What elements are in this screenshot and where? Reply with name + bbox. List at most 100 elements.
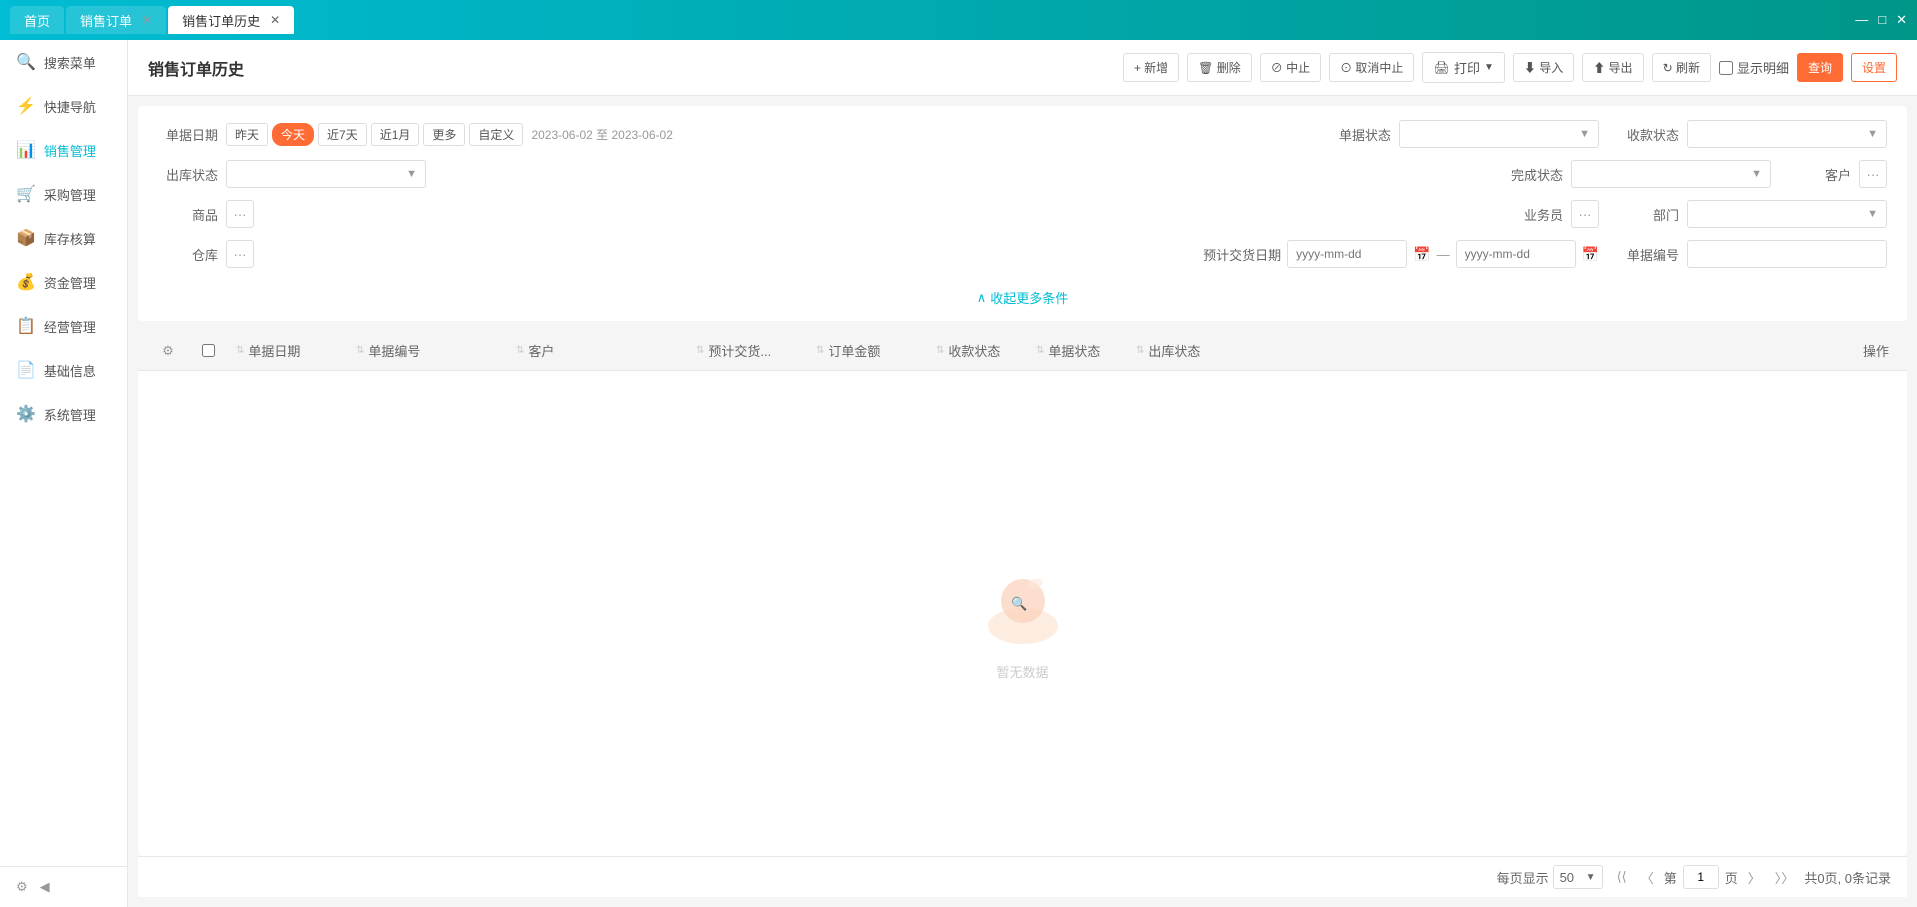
sidebar: 🔍 搜索菜单 ⚡ 快捷导航 📊 销售管理 🛒 采购管理 📦 库存核算 💰 资金管… <box>0 40 128 907</box>
department-label: 部门 <box>1619 205 1679 224</box>
th-bill-number[interactable]: ⇅ 单据编号 <box>348 341 508 360</box>
refresh-button[interactable]: ↻ 刷新 <box>1652 53 1711 82</box>
select-all-checkbox[interactable] <box>202 344 215 357</box>
sidebar-item-finance-mgmt-label: 资金管理 <box>44 273 96 292</box>
sidebar-settings-icon[interactable]: ⚙ <box>16 879 28 895</box>
more-btn[interactable]: 更多 <box>423 123 465 146</box>
export-button[interactable]: ⬆ 导出 <box>1582 53 1643 82</box>
delivery-date-from[interactable] <box>1287 240 1407 268</box>
outbound-status-arrow-icon: ▼ <box>406 168 417 180</box>
tab-sales-order-history-close[interactable]: ✕ <box>270 13 280 27</box>
tab-sales-order-history[interactable]: 销售订单历史 ✕ <box>168 6 294 34</box>
collapse-label: 收起更多条件 <box>990 288 1068 307</box>
complete-status-label: 完成状态 <box>1503 165 1563 184</box>
sidebar-item-search-menu[interactable]: 🔍 搜索菜单 <box>0 40 127 84</box>
sidebar-item-ops-mgmt[interactable]: 📋 经营管理 <box>0 304 127 348</box>
receipt-status-select[interactable]: ▼ <box>1687 120 1887 148</box>
salesperson-picker-btn[interactable]: ··· <box>1571 200 1599 228</box>
th-expected-delivery-label: 预计交货... <box>708 341 771 360</box>
query-button[interactable]: 查询 <box>1797 53 1843 82</box>
th-outbound-status[interactable]: ⇅ 出库状态 <box>1128 341 1228 360</box>
finance-mgmt-icon: 💰 <box>16 272 36 292</box>
import-button[interactable]: ⬇ 导入 <box>1513 53 1574 82</box>
delivery-date-to[interactable] <box>1456 240 1576 268</box>
product-picker-btn[interactable]: ··· <box>226 200 254 228</box>
bill-status-select[interactable]: ▼ <box>1399 120 1599 148</box>
per-page-arrow-icon: ▼ <box>1586 872 1596 883</box>
bill-status-label: 单据状态 <box>1331 125 1391 144</box>
th-receipt-status-label: 收款状态 <box>948 341 1000 360</box>
page-header: 销售订单历史 + 新增 🗑 删除 ⊘ 中止 ⊙ 取消中止 🖨 打印 ▼ ⬇ 导入… <box>128 40 1917 96</box>
basic-info-icon: 📄 <box>16 360 36 380</box>
outbound-status-select[interactable]: ▼ <box>226 160 426 188</box>
warehouse-label: 仓库 <box>158 245 218 264</box>
tab-sales-order-label: 销售订单 <box>80 11 132 30</box>
date-filter: 单据日期 昨天 今天 近7天 近1月 更多 自定义 2023-06-02 至 2… <box>158 123 673 146</box>
table-select-all[interactable] <box>188 344 228 357</box>
product-filter: 商品 ··· <box>158 200 254 228</box>
sidebar-item-basic-info[interactable]: 📄 基础信息 <box>0 348 127 392</box>
calendar-to-icon[interactable]: 📅 <box>1582 246 1599 263</box>
settings-button[interactable]: 设置 <box>1851 53 1897 82</box>
per-page-label: 每页显示 <box>1497 868 1549 887</box>
display-toggle: 显示明细 <box>1719 58 1789 77</box>
last-page-button[interactable]: 〉〉 <box>1771 866 1799 889</box>
prev-page-button[interactable]: 〈 <box>1637 866 1658 889</box>
stop-button[interactable]: ⊘ 中止 <box>1260 53 1321 82</box>
empty-illustration: 🔍 <box>973 546 1073 646</box>
th-bill-status-label: 单据状态 <box>1048 341 1100 360</box>
th-expected-delivery[interactable]: ⇅ 预计交货... <box>688 341 808 360</box>
maximize-icon[interactable]: □ <box>1878 12 1886 28</box>
department-filter: 部门 ▼ <box>1619 200 1887 228</box>
display-toggle-label: 显示明细 <box>1737 58 1789 77</box>
custom-btn[interactable]: 自定义 <box>469 123 523 146</box>
table-container: ⚙ ⇅ 单据日期 ⇅ 单据编号 ⇅ 客户 ⇅ 预计交货. <box>138 331 1907 856</box>
th-bill-date[interactable]: ⇅ 单据日期 <box>228 341 348 360</box>
sidebar-item-quick-nav[interactable]: ⚡ 快捷导航 <box>0 84 127 128</box>
sidebar-item-sales-mgmt[interactable]: 📊 销售管理 <box>0 128 127 172</box>
th-receipt-status[interactable]: ⇅ 收款状态 <box>928 341 1028 360</box>
new-button[interactable]: + 新增 <box>1123 53 1179 82</box>
sidebar-item-finance-mgmt[interactable]: 💰 资金管理 <box>0 260 127 304</box>
first-page-button[interactable]: ⟨⟨ <box>1613 867 1631 887</box>
sidebar-item-purchase-mgmt[interactable]: 🛒 采购管理 <box>0 172 127 216</box>
next-page-button[interactable]: 〉 <box>1744 866 1765 889</box>
bill-number-input[interactable] <box>1687 240 1887 268</box>
minimize-icon[interactable]: — <box>1855 12 1868 28</box>
th-order-amount[interactable]: ⇅ 订单金额 <box>808 341 928 360</box>
last1month-btn[interactable]: 近1月 <box>371 123 420 146</box>
sidebar-collapse-icon[interactable]: ◀ <box>40 879 50 895</box>
per-page-dropdown[interactable]: 50 ▼ <box>1553 865 1603 889</box>
tab-sales-order-close[interactable]: ✕ <box>142 13 152 27</box>
warehouse-picker-btn[interactable]: ··· <box>226 240 254 268</box>
sidebar-item-inventory-calc-label: 库存核算 <box>44 229 96 248</box>
customer-picker-btn[interactable]: ··· <box>1859 160 1887 188</box>
cancel-stop-button[interactable]: ⊙ 取消中止 <box>1329 53 1414 82</box>
close-window-icon[interactable]: ✕ <box>1896 12 1907 28</box>
today-btn[interactable]: 今天 <box>272 123 314 146</box>
collapse-button[interactable]: ∧ 收起更多条件 <box>158 280 1887 307</box>
table-settings-icon[interactable]: ⚙ <box>148 343 188 359</box>
th-bill-status[interactable]: ⇅ 单据状态 <box>1028 341 1128 360</box>
last7days-btn[interactable]: 近7天 <box>318 123 367 146</box>
delete-button[interactable]: 🗑 删除 <box>1187 53 1252 82</box>
sidebar-item-inventory-calc[interactable]: 📦 库存核算 <box>0 216 127 260</box>
yesterday-btn[interactable]: 昨天 <box>226 123 268 146</box>
delivery-date-range: 📅 — 📅 <box>1287 240 1599 268</box>
th-expected-delivery-sort-icon: ⇅ <box>696 345 704 356</box>
department-select[interactable]: ▼ <box>1687 200 1887 228</box>
tab-sales-order[interactable]: 销售订单 ✕ <box>66 6 166 34</box>
print-icon: 🖨 <box>1433 60 1450 76</box>
sidebar-item-quick-nav-label: 快捷导航 <box>44 97 96 116</box>
tab-home[interactable]: 首页 <box>10 6 64 34</box>
per-page-value: 50 <box>1560 870 1574 885</box>
customer-label: 客户 <box>1791 165 1851 184</box>
current-page-input[interactable] <box>1683 865 1719 889</box>
calendar-from-icon[interactable]: 📅 <box>1413 246 1430 263</box>
complete-status-select[interactable]: ▼ <box>1571 160 1771 188</box>
th-customer[interactable]: ⇅ 客户 <box>508 341 688 360</box>
receipt-status-filter: 收款状态 ▼ <box>1619 120 1887 148</box>
sidebar-item-sys-mgmt[interactable]: ⚙️ 系统管理 <box>0 392 127 436</box>
print-button[interactable]: 🖨 打印 ▼ <box>1422 52 1504 83</box>
display-detail-checkbox[interactable] <box>1719 61 1733 75</box>
